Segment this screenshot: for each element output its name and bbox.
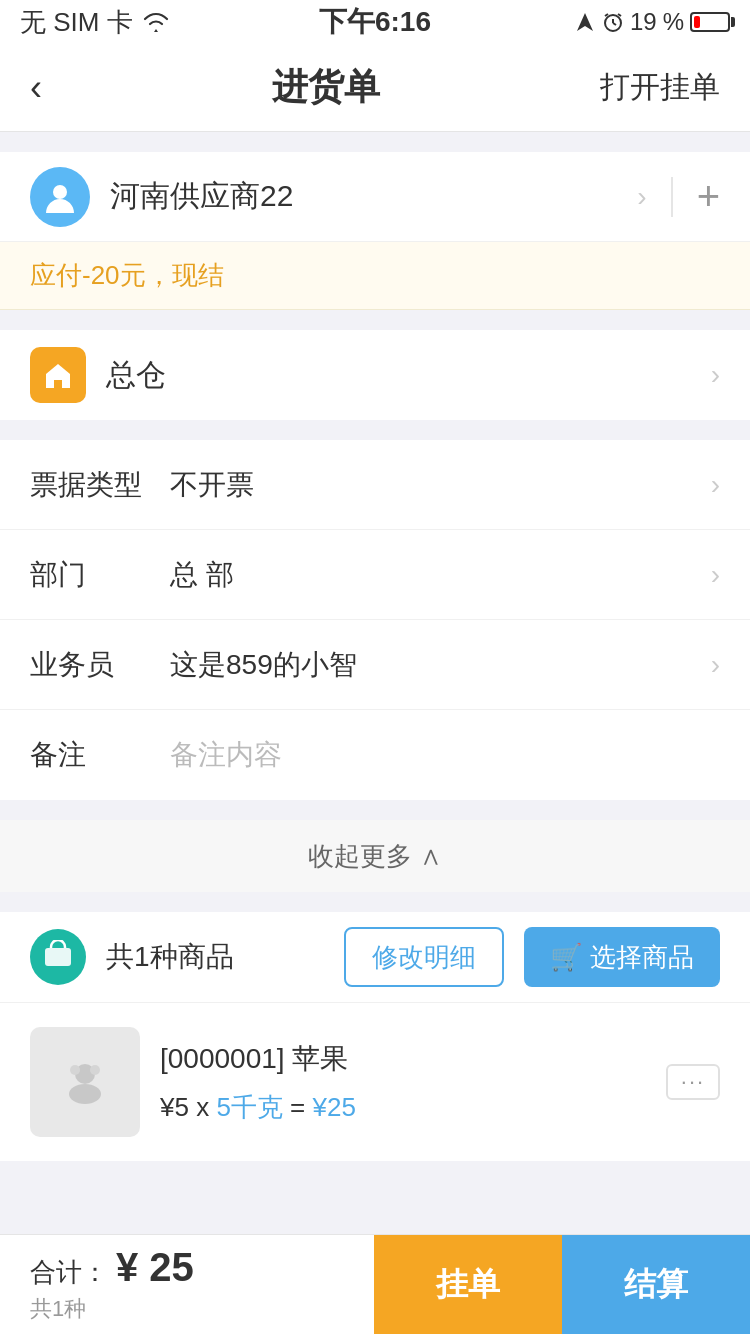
supplier-chevron-icon: › bbox=[637, 181, 646, 213]
invoice-row[interactable]: 票据类型 不开票 › bbox=[0, 440, 750, 530]
status-bar-left: 无 SIM 卡 bbox=[20, 5, 171, 40]
note-placeholder: 备注内容 bbox=[160, 736, 720, 774]
product-placeholder-icon bbox=[55, 1052, 115, 1112]
battery-percent: 19 bbox=[630, 8, 657, 36]
staff-label: 业务员 bbox=[30, 646, 160, 684]
carrier-label: 无 SIM 卡 bbox=[20, 5, 133, 40]
gap-2 bbox=[0, 310, 750, 330]
products-icon bbox=[30, 929, 86, 985]
battery-icon bbox=[690, 12, 730, 32]
products-count: 共1种商品 bbox=[106, 938, 324, 976]
product-price: ¥5 x 5千克 = ¥25 bbox=[160, 1090, 646, 1125]
product-quantity: 5千克 bbox=[216, 1092, 282, 1122]
svg-point-9 bbox=[69, 1084, 101, 1104]
checkout-button[interactable]: 结算 bbox=[562, 1235, 750, 1335]
svg-rect-6 bbox=[54, 380, 62, 388]
total-main: 合计： ¥ 25 bbox=[30, 1245, 344, 1290]
select-product-button[interactable]: 🛒 选择商品 bbox=[524, 927, 720, 987]
svg-point-11 bbox=[90, 1065, 100, 1075]
product-multiply-sign: x bbox=[196, 1092, 216, 1122]
staff-row[interactable]: 业务员 这是859的小智 › bbox=[0, 620, 750, 710]
info-banner: 应付-20元，现结 bbox=[0, 242, 750, 310]
battery-percent-sign: % bbox=[663, 8, 684, 36]
svg-point-10 bbox=[70, 1065, 80, 1075]
product-info: [0000001] 苹果 ¥5 x 5千克 = ¥25 bbox=[160, 1040, 646, 1125]
location-icon bbox=[574, 11, 596, 33]
bottom-bar: 合计： ¥ 25 共1种 挂单 结算 bbox=[0, 1234, 750, 1334]
note-row[interactable]: 备注 备注内容 bbox=[0, 710, 750, 800]
invoice-label: 票据类型 bbox=[30, 466, 160, 504]
back-button[interactable]: ‹ bbox=[30, 57, 52, 119]
select-product-label: 选择商品 bbox=[590, 940, 694, 975]
wifi-icon bbox=[141, 11, 171, 33]
department-label: 部门 bbox=[30, 556, 160, 594]
alarm-icon bbox=[602, 11, 624, 33]
department-row[interactable]: 部门 总 部 › bbox=[0, 530, 750, 620]
supplier-divider bbox=[671, 177, 673, 217]
page-title: 进货单 bbox=[272, 63, 380, 112]
warehouse-row[interactable]: 总仓 › bbox=[0, 330, 750, 420]
staff-value: 这是859的小智 bbox=[160, 646, 711, 684]
warehouse-section: 总仓 › bbox=[0, 330, 750, 420]
invoice-chevron-icon: › bbox=[711, 469, 720, 501]
open-pending-button[interactable]: 打开挂单 bbox=[600, 67, 720, 108]
cart-icon bbox=[41, 940, 75, 974]
supplier-name: 河南供应商22 bbox=[110, 176, 637, 217]
edit-detail-button[interactable]: 修改明细 bbox=[344, 927, 504, 987]
total-section: 合计： ¥ 25 共1种 bbox=[0, 1245, 374, 1324]
products-header: 共1种商品 修改明细 🛒 选择商品 bbox=[0, 912, 750, 1002]
product-unit-price: ¥5 bbox=[160, 1092, 189, 1122]
home-icon bbox=[41, 358, 75, 392]
staff-chevron-icon: › bbox=[711, 649, 720, 681]
svg-line-2 bbox=[613, 23, 616, 25]
warehouse-chevron-icon: › bbox=[711, 359, 720, 391]
department-value: 总 部 bbox=[160, 556, 711, 594]
add-supplier-button[interactable]: + bbox=[697, 174, 720, 219]
nav-bar: ‹ 进货单 打开挂单 bbox=[0, 44, 750, 132]
user-icon bbox=[42, 179, 78, 215]
svg-point-5 bbox=[53, 185, 67, 199]
svg-line-4 bbox=[618, 14, 621, 16]
invoice-value: 不开票 bbox=[160, 466, 711, 504]
product-equals-sign: = bbox=[290, 1092, 312, 1122]
product-item: [0000001] 苹果 ¥5 x 5千克 = ¥25 ··· bbox=[0, 1002, 750, 1161]
suspend-button[interactable]: 挂单 bbox=[374, 1235, 562, 1335]
product-more-button[interactable]: ··· bbox=[666, 1064, 720, 1100]
warehouse-icon bbox=[30, 347, 86, 403]
status-bar: 无 SIM 卡 下午6:16 19% bbox=[0, 0, 750, 44]
product-name: [0000001] 苹果 bbox=[160, 1040, 646, 1078]
product-thumbnail bbox=[30, 1027, 140, 1137]
total-count: 共1种 bbox=[30, 1294, 344, 1324]
gap-1 bbox=[0, 132, 750, 152]
collapse-button[interactable]: 收起更多 ∧ bbox=[0, 820, 750, 892]
form-section: 票据类型 不开票 › 部门 总 部 › 业务员 这是859的小智 › 备注 备注… bbox=[0, 440, 750, 800]
total-label: 合计： bbox=[30, 1255, 108, 1290]
product-total: ¥25 bbox=[313, 1092, 356, 1122]
battery-level bbox=[694, 16, 700, 28]
svg-rect-7 bbox=[45, 948, 71, 966]
supplier-avatar bbox=[30, 167, 90, 227]
supplier-section: 河南供应商22 › + 应付-20元，现结 bbox=[0, 152, 750, 310]
total-amount: ¥ 25 bbox=[116, 1245, 194, 1290]
note-label: 备注 bbox=[30, 736, 160, 774]
department-chevron-icon: › bbox=[711, 559, 720, 591]
select-cart-icon: 🛒 bbox=[550, 942, 582, 973]
status-bar-right: 19% bbox=[574, 8, 730, 36]
status-time: 下午6:16 bbox=[319, 3, 431, 41]
svg-line-3 bbox=[605, 14, 608, 16]
supplier-row[interactable]: 河南供应商22 › + bbox=[0, 152, 750, 242]
warehouse-name: 总仓 bbox=[106, 355, 711, 396]
